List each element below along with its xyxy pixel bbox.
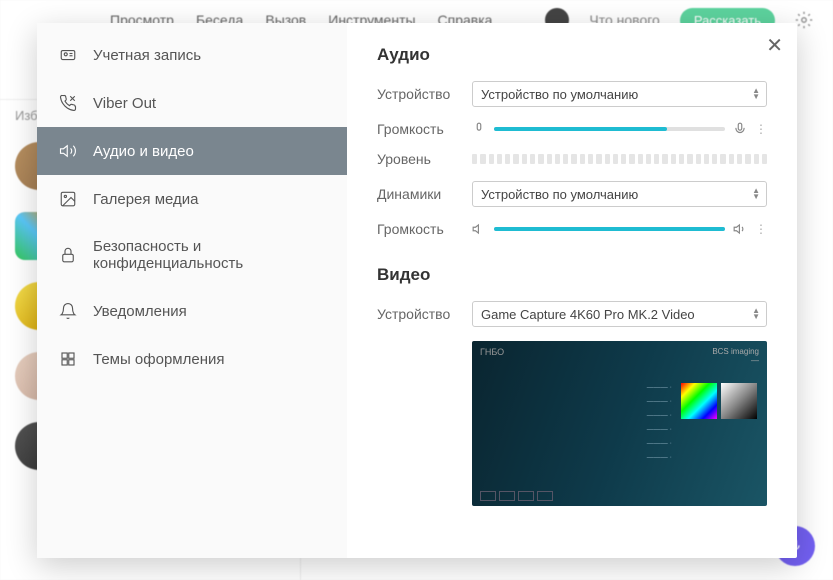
settings-modal: Учетная запись Viber Out Аудио и видео Г… xyxy=(37,23,797,558)
audio-section-title: Аудио xyxy=(377,45,767,65)
video-device-value: Game Capture 4K60 Pro MK.2 Video xyxy=(481,307,695,322)
settings-content: ✕ Аудио Устройство Устройство по умолчан… xyxy=(347,23,797,558)
sidebar-item-security[interactable]: Безопасность и конфиденциальность xyxy=(37,223,347,287)
mic-volume-label: Громкость xyxy=(377,121,472,137)
video-device-label: Устройство xyxy=(377,306,472,322)
id-card-icon xyxy=(59,46,77,64)
sidebar-item-label: Темы оформления xyxy=(93,351,224,368)
sidebar-item-label: Галерея медиа xyxy=(93,191,199,208)
mic-device-label: Устройство xyxy=(377,86,472,102)
volume-low-icon xyxy=(472,222,486,236)
speaker-device-value: Устройство по умолчанию xyxy=(481,187,638,202)
sidebar-item-notifications[interactable]: Уведомления xyxy=(37,287,347,335)
sidebar-item-themes[interactable]: Темы оформления xyxy=(37,335,347,383)
more-icon[interactable]: ⋮ xyxy=(755,225,767,233)
chevron-updown-icon: ▲▼ xyxy=(752,308,760,320)
speakers-label: Динамики xyxy=(377,186,472,202)
image-icon xyxy=(59,190,77,208)
sidebar-item-account[interactable]: Учетная запись xyxy=(37,31,347,79)
lock-icon xyxy=(59,246,77,264)
sidebar-item-viber-out[interactable]: Viber Out xyxy=(37,79,347,127)
mic-low-icon xyxy=(472,122,486,136)
sidebar-item-label: Учетная запись xyxy=(93,47,201,64)
speaker-volume-slider[interactable] xyxy=(494,227,725,231)
sidebar-item-label: Аудио и видео xyxy=(93,143,194,160)
chevron-updown-icon: ▲▼ xyxy=(752,88,760,100)
bell-icon xyxy=(59,302,77,320)
chevron-updown-icon: ▲▼ xyxy=(752,188,760,200)
sidebar-item-label: Безопасность и конфиденциальность xyxy=(93,238,325,272)
palette-icon xyxy=(59,350,77,368)
sidebar-item-audio-video[interactable]: Аудио и видео xyxy=(37,127,347,175)
mic-high-icon xyxy=(733,122,747,136)
video-preview: ГНБО BCS imaging— ——— ·——— ·——— ·——— ·——… xyxy=(472,341,767,506)
sidebar-item-media-gallery[interactable]: Галерея медиа xyxy=(37,175,347,223)
video-section-title: Видео xyxy=(377,265,767,285)
sidebar-item-label: Viber Out xyxy=(93,95,156,112)
mic-device-value: Устройство по умолчанию xyxy=(481,87,638,102)
mic-level-meter xyxy=(472,154,767,164)
more-icon[interactable]: ⋮ xyxy=(755,125,767,133)
speaker-device-select[interactable]: Устройство по умолчанию ▲▼ xyxy=(472,181,767,207)
video-device-select[interactable]: Game Capture 4K60 Pro MK.2 Video ▲▼ xyxy=(472,301,767,327)
speaker-volume-label: Громкость xyxy=(377,221,472,237)
mic-volume-slider[interactable] xyxy=(494,127,725,131)
phone-out-icon xyxy=(59,94,77,112)
level-label: Уровень xyxy=(377,151,472,167)
close-button[interactable]: ✕ xyxy=(766,33,783,58)
volume-high-icon xyxy=(733,222,747,236)
mic-device-select[interactable]: Устройство по умолчанию ▲▼ xyxy=(472,81,767,107)
settings-sidebar: Учетная запись Viber Out Аудио и видео Г… xyxy=(37,23,347,558)
sidebar-item-label: Уведомления xyxy=(93,303,187,320)
speaker-icon xyxy=(59,142,77,160)
gear-icon[interactable] xyxy=(795,11,813,29)
